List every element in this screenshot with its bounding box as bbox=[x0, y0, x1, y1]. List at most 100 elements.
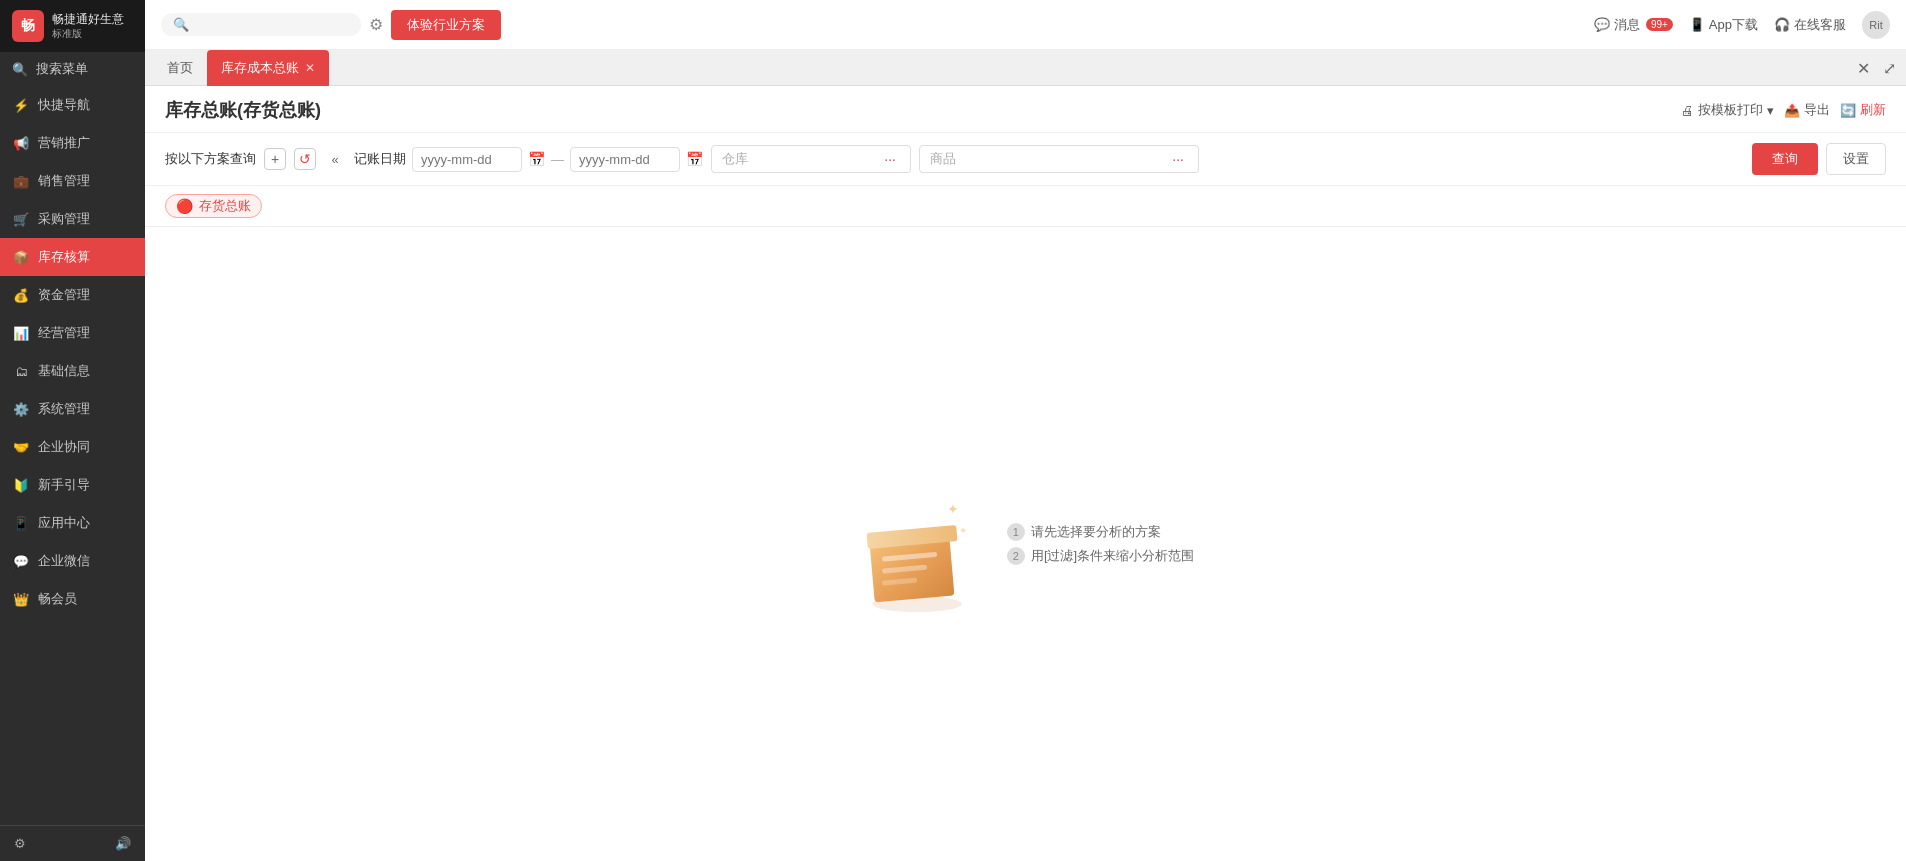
date-end-input[interactable] bbox=[570, 147, 680, 172]
sidebar-item-marketing[interactable]: 📢 营销推广 bbox=[0, 124, 145, 162]
refresh-label: 刷新 bbox=[1860, 101, 1886, 119]
sidebar-item-purchase[interactable]: 🛒 采购管理 bbox=[0, 200, 145, 238]
tab-close-icon[interactable]: ✕ bbox=[305, 61, 315, 75]
date-separator: — bbox=[551, 152, 564, 167]
filter-collapse-button[interactable]: « bbox=[324, 148, 346, 170]
empty-text: 1 请先选择要分析的方案 2 用[过滤]条件来缩小分析范围 bbox=[1007, 517, 1194, 571]
logo-text: 畅捷通好生意 标准版 bbox=[52, 11, 124, 42]
empty-svg: ✦ ✦ bbox=[857, 484, 977, 614]
product-more-icon[interactable]: ··· bbox=[1168, 151, 1188, 167]
tabbar: 首页 库存成本总账 ✕ ✕ ⤢ bbox=[145, 50, 1906, 86]
panel-expand-button[interactable]: ⤢ bbox=[1883, 50, 1896, 86]
basic-icon: 🗂 bbox=[12, 364, 30, 379]
filter-product[interactable]: 商品 ··· bbox=[919, 145, 1199, 173]
search-icon: 🔍 bbox=[12, 62, 28, 77]
calendar-end-icon[interactable]: 📅 bbox=[686, 151, 703, 167]
settings-button[interactable]: 设置 bbox=[1826, 143, 1886, 175]
guide-icon: 🔰 bbox=[12, 478, 30, 493]
footer-settings-icon[interactable]: ⚙ bbox=[14, 836, 26, 851]
sidebar-logo: 畅 畅捷通好生意 标准版 bbox=[0, 0, 145, 52]
calendar-start-icon[interactable]: 📅 bbox=[528, 151, 545, 167]
sidebar-item-sales[interactable]: 💼 销售管理 bbox=[0, 162, 145, 200]
step-circle-1: 1 bbox=[1007, 523, 1025, 541]
sidebar-item-enterprise[interactable]: 🤝 企业协同 bbox=[0, 428, 145, 466]
operation-icon: 📊 bbox=[12, 326, 30, 341]
refresh-button[interactable]: 🔄 刷新 bbox=[1840, 101, 1886, 119]
filter-warehouse[interactable]: 仓库 ··· bbox=[711, 145, 911, 173]
enterprise-icon: 🤝 bbox=[12, 440, 30, 455]
filter-add-button[interactable]: + bbox=[264, 148, 286, 170]
export-button[interactable]: 📤 导出 bbox=[1784, 101, 1830, 119]
tab-home[interactable]: 首页 bbox=[153, 50, 207, 86]
export-icon: 📤 bbox=[1784, 103, 1800, 118]
date-start-input[interactable] bbox=[412, 147, 522, 172]
sidebar-item-basic[interactable]: 🗂 基础信息 bbox=[0, 352, 145, 390]
query-button[interactable]: 查询 bbox=[1752, 143, 1818, 175]
tab-inventory-ledger[interactable]: 库存成本总账 ✕ bbox=[207, 50, 329, 86]
page-header-actions: 🖨 按模板打印 ▾ 📤 导出 🔄 刷新 bbox=[1681, 101, 1886, 119]
sidebar-item-operation[interactable]: 📊 经营管理 bbox=[0, 314, 145, 352]
messages-badge: 99+ bbox=[1646, 18, 1673, 31]
step-circle-2: 2 bbox=[1007, 547, 1025, 565]
svg-text:✦: ✦ bbox=[947, 501, 959, 517]
sidebar-scroll: 🔍 搜索菜单 ⚡ 快捷导航 📢 营销推广 💼 销售管理 🛒 采购管理 📦 库存核… bbox=[0, 52, 145, 825]
funds-icon: 💰 bbox=[12, 288, 30, 303]
footer-audio-icon[interactable]: 🔊 bbox=[115, 836, 131, 851]
scheme-tag[interactable]: 🔴 存货总账 bbox=[165, 194, 262, 218]
app-download-item[interactable]: 📱 App下载 bbox=[1689, 16, 1758, 34]
topbar-left: 🔍 ⚙ 体验行业方案 bbox=[161, 10, 1584, 40]
filter-reset-button[interactable]: ↺ bbox=[294, 148, 316, 170]
warehouse-more-icon[interactable]: ··· bbox=[880, 151, 900, 167]
sidebar-item-app-center[interactable]: 📱 应用中心 bbox=[0, 504, 145, 542]
message-icon: 💬 bbox=[1594, 17, 1610, 32]
sidebar-item-label: 企业微信 bbox=[38, 552, 90, 570]
sidebar-item-label: 应用中心 bbox=[38, 514, 90, 532]
sidebar: 畅 畅捷通好生意 标准版 🔍 搜索菜单 ⚡ 快捷导航 📢 营销推广 💼 销售管理… bbox=[0, 0, 145, 861]
wechat-icon: 💬 bbox=[12, 554, 30, 569]
sidebar-item-label: 系统管理 bbox=[38, 400, 90, 418]
sidebar-item-inventory[interactable]: 📦 库存核算 bbox=[0, 238, 145, 276]
sidebar-item-label: 快捷导航 bbox=[38, 96, 90, 114]
messages-item[interactable]: 💬 消息 99+ bbox=[1594, 16, 1673, 34]
headset-icon: 🎧 bbox=[1774, 17, 1790, 32]
sidebar-item-shortcut[interactable]: ⚡ 快捷导航 bbox=[0, 86, 145, 124]
page-header: 库存总账(存货总账) 🖨 按模板打印 ▾ 📤 导出 🔄 刷新 bbox=[145, 86, 1906, 133]
messages-label: 消息 bbox=[1614, 16, 1640, 34]
scheme-tag-label: 存货总账 bbox=[199, 197, 251, 215]
sidebar-item-label: 资金管理 bbox=[38, 286, 90, 304]
sidebar-item-guide[interactable]: 🔰 新手引导 bbox=[0, 466, 145, 504]
sidebar-item-label: 销售管理 bbox=[38, 172, 90, 190]
user-avatar-item[interactable]: Rit bbox=[1862, 11, 1890, 39]
sidebar-search[interactable]: 🔍 搜索菜单 bbox=[0, 52, 145, 86]
chevron-down-icon: ▾ bbox=[1767, 103, 1774, 118]
app-center-icon: 📱 bbox=[12, 516, 30, 531]
marketing-icon: 📢 bbox=[12, 136, 30, 151]
sidebar-item-funds[interactable]: 💰 资金管理 bbox=[0, 276, 145, 314]
online-service-item[interactable]: 🎧 在线客服 bbox=[1774, 16, 1846, 34]
purchase-icon: 🛒 bbox=[12, 212, 30, 227]
panel-close-button[interactable]: ✕ bbox=[1857, 50, 1870, 86]
print-icon: 🖨 bbox=[1681, 103, 1694, 118]
filter-scheme-label: 按以下方案查询 bbox=[165, 150, 256, 168]
template-print-button[interactable]: 🖨 按模板打印 ▾ bbox=[1681, 101, 1774, 119]
sidebar-item-wechat[interactable]: 💬 企业微信 bbox=[0, 542, 145, 580]
filter-right-btns: 查询 设置 bbox=[1752, 143, 1886, 175]
industry-btn[interactable]: 体验行业方案 bbox=[391, 10, 501, 40]
product-placeholder: 商品 bbox=[930, 150, 1162, 168]
sidebar-item-system[interactable]: ⚙️ 系统管理 bbox=[0, 390, 145, 428]
topbar-settings-icon[interactable]: ⚙ bbox=[369, 15, 383, 34]
empty-hint-2: 2 用[过滤]条件来缩小分析范围 bbox=[1007, 547, 1194, 565]
filter-bar: 按以下方案查询 + ↺ « 记账日期 📅 — 📅 仓库 ··· 商品 ··· bbox=[145, 133, 1906, 186]
sidebar-item-label: 畅会员 bbox=[38, 590, 77, 608]
filter-date-row: 记账日期 📅 — 📅 bbox=[354, 147, 703, 172]
sidebar-item-member[interactable]: 👑 畅会员 bbox=[0, 580, 145, 618]
topbar-search-area[interactable]: 🔍 bbox=[161, 13, 361, 36]
sidebar-item-label: 新手引导 bbox=[38, 476, 90, 494]
member-icon: 👑 bbox=[12, 592, 30, 607]
sidebar-item-label: 采购管理 bbox=[38, 210, 90, 228]
empty-state: ✦ ✦ bbox=[145, 227, 1906, 861]
scheme-tag-icon: 🔴 bbox=[176, 198, 193, 214]
empty-hint-1: 1 请先选择要分析的方案 bbox=[1007, 523, 1194, 541]
empty-illustration: ✦ ✦ bbox=[857, 484, 977, 604]
scheme-row: 🔴 存货总账 bbox=[145, 186, 1906, 227]
